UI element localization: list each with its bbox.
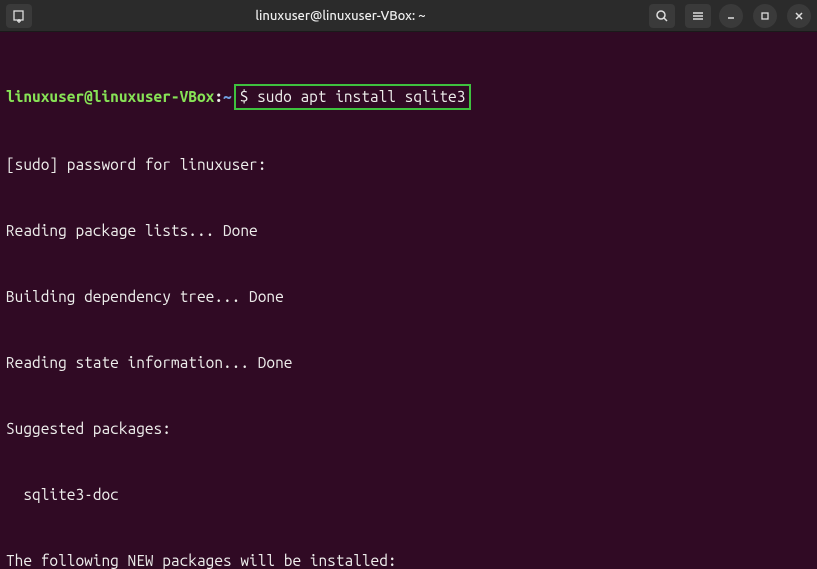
prompt-dollar: $ (240, 88, 257, 105)
maximize-button[interactable] (753, 4, 777, 28)
prompt-user: linuxuser@linuxuser-VBox (6, 88, 214, 105)
new-tab-button[interactable] (6, 4, 32, 28)
output-line: sqlite3-doc (6, 484, 811, 506)
prompt-path: ~ (223, 88, 232, 105)
hamburger-icon (691, 9, 705, 23)
titlebar-left-controls (6, 4, 32, 28)
window-title: linuxuser@linuxuser-VBox: ~ (38, 9, 643, 23)
output-line: Suggested packages: (6, 418, 811, 440)
output-line: Reading state information... Done (6, 352, 811, 374)
new-tab-icon (12, 9, 26, 23)
prompt-colon: : (214, 88, 223, 105)
maximize-icon (760, 11, 770, 21)
minimize-icon (726, 11, 736, 21)
prompt-line-1: linuxuser@linuxuser-VBox:~$ sudo apt ins… (6, 84, 811, 110)
output-line: [sudo] password for linuxuser: (6, 154, 811, 176)
output-line: The following NEW packages will be insta… (6, 550, 811, 569)
command-highlight-box: $ sudo apt install sqlite3 (234, 84, 472, 110)
output-line: Reading package lists... Done (6, 220, 811, 242)
terminal-viewport[interactable]: linuxuser@linuxuser-VBox:~$ sudo apt ins… (0, 32, 817, 569)
search-button[interactable] (649, 4, 675, 28)
titlebar-right-controls (649, 4, 811, 28)
close-button[interactable] (787, 4, 811, 28)
window-titlebar: linuxuser@linuxuser-VBox: ~ (0, 0, 817, 32)
close-icon (794, 11, 804, 21)
output-line: Building dependency tree... Done (6, 286, 811, 308)
menu-button[interactable] (685, 4, 711, 28)
command-text: sudo apt install sqlite3 (257, 88, 465, 105)
search-icon (655, 9, 669, 23)
minimize-button[interactable] (719, 4, 743, 28)
